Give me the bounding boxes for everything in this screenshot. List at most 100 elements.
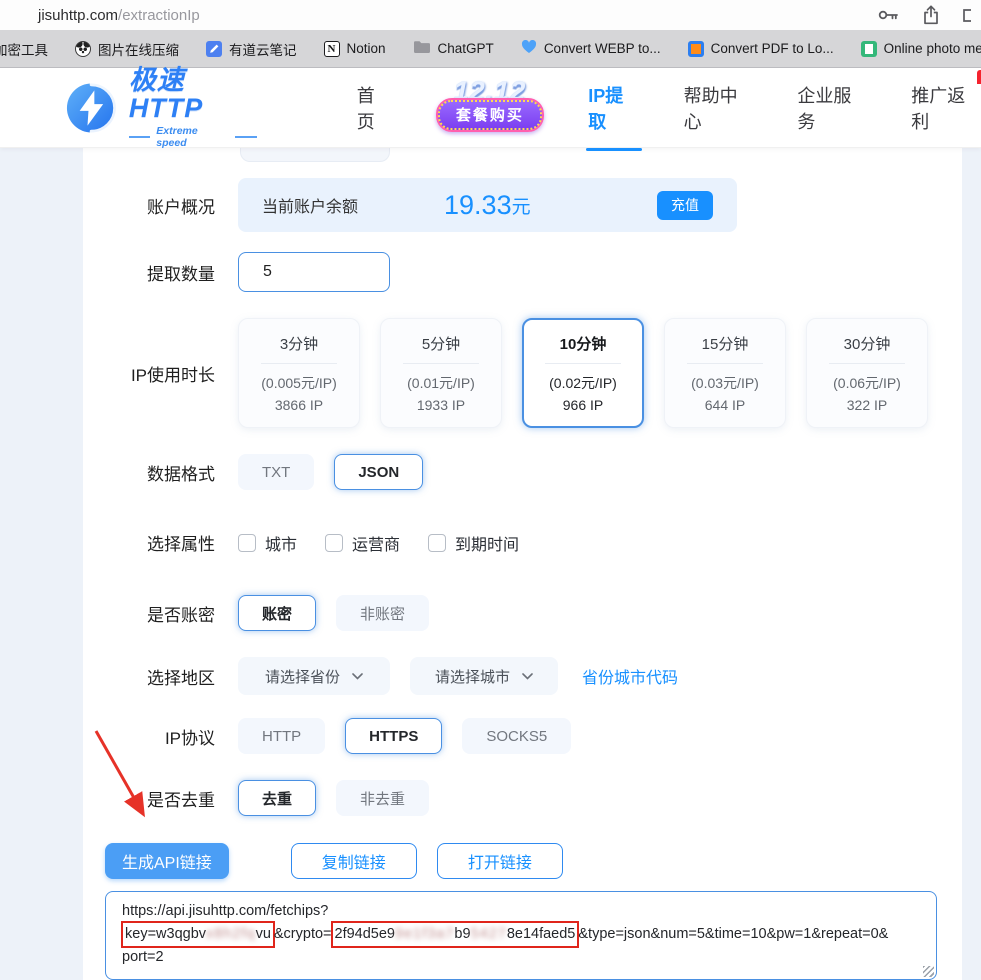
- province-select[interactable]: 请选择省份: [238, 657, 390, 695]
- open-link-button[interactable]: 打开链接: [436, 843, 563, 879]
- notion-icon: N: [323, 40, 340, 57]
- auth-chip-credentials-selected[interactable]: 账密: [238, 595, 317, 631]
- duration-card-15min[interactable]: 15分钟 (0.03元/IP) 644 IP: [664, 318, 786, 428]
- bookmark-label: ChatGPT: [437, 41, 494, 56]
- panda-icon: [75, 40, 91, 57]
- chevron-down-icon: [522, 672, 533, 680]
- account-overview-label: 账户概况: [147, 197, 215, 217]
- bookmark-convert-webp[interactable]: Convert WEBP to...: [521, 39, 661, 57]
- dedupe-chip-no-dedupe[interactable]: 非去重: [336, 780, 430, 816]
- bookmark-label: Online photo meta...: [883, 41, 981, 56]
- duration-options: 3分钟 (0.005元/IP) 3866 IP 5分钟 (0.01元/IP) 1…: [238, 318, 928, 428]
- nav-help-center[interactable]: 帮助中心: [684, 82, 754, 134]
- bookmark-label: 加密工具: [0, 42, 48, 58]
- share-icon[interactable]: [923, 5, 939, 25]
- chevron-down-icon: [352, 672, 363, 680]
- main-nav: 首页 12.12 套餐购买 IP提取 帮助中心 企业服务 推广返利: [357, 69, 981, 151]
- url-path: /extractionIp: [118, 6, 200, 24]
- quantity-input[interactable]: [238, 252, 390, 292]
- api-url-line1: https://api.jisuhttp.com/fetchips?: [122, 903, 329, 919]
- bookmark-image-compress[interactable]: 图片在线压缩: [75, 39, 179, 59]
- bookmark-label: Convert WEBP to...: [543, 41, 661, 56]
- duration-label: IP使用时长: [130, 365, 215, 385]
- copy-link-button[interactable]: 复制链接: [290, 843, 417, 879]
- province-city-code-link[interactable]: 省份城市代码: [582, 664, 678, 688]
- bookmark-chatgpt[interactable]: ChatGPT: [413, 40, 494, 57]
- folder-icon: [413, 40, 431, 57]
- url-host: jisuhttp.com: [38, 6, 119, 24]
- action-buttons: 生成API链接 复制链接 打开链接: [83, 843, 962, 879]
- pdf-converter-icon: [687, 40, 704, 57]
- pen-icon: [206, 40, 222, 57]
- duration-card-3min[interactable]: 3分钟 (0.005元/IP) 3866 IP: [238, 318, 360, 428]
- dedupe-chip-dedupe-selected[interactable]: 去重: [238, 780, 317, 816]
- protocol-chip-http[interactable]: HTTP: [238, 718, 326, 754]
- format-label: 数据格式: [147, 464, 215, 484]
- lightning-logo-icon: [66, 82, 117, 133]
- bookmark-youdao-note[interactable]: 有道云笔记: [206, 39, 297, 59]
- crypto-param-highlight: 2f94d5e99e1f3a7b954278e14faed5: [330, 921, 580, 948]
- city-select[interactable]: 请选择城市: [410, 657, 558, 695]
- auth-chip-no-credentials[interactable]: 非账密: [336, 595, 430, 631]
- attributes-label: 选择属性: [147, 535, 215, 554]
- checkbox-city[interactable]: 城市: [238, 531, 297, 555]
- bookmark-label: 图片在线压缩: [98, 42, 179, 58]
- balance-value: 19.33: [444, 189, 512, 220]
- clipped-toolbar-icon[interactable]: [963, 7, 971, 23]
- duration-card-10min-selected[interactable]: 10分钟 (0.02元/IP) 966 IP: [522, 318, 644, 428]
- auth-label: 是否账密: [147, 605, 215, 625]
- format-chip-txt[interactable]: TXT: [238, 454, 315, 490]
- api-url-textarea[interactable]: https://api.jisuhttp.com/fetchips? key=w…: [105, 891, 937, 980]
- photo-metadata-icon: [860, 40, 877, 57]
- password-key-icon[interactable]: [878, 9, 899, 21]
- site-logo[interactable]: 极速HTTP Extreme speed: [64, 64, 257, 149]
- checkbox-expire-time[interactable]: 到期时间: [428, 531, 519, 555]
- balance-unit: 元: [511, 196, 531, 218]
- resize-handle[interactable]: [923, 966, 934, 977]
- dedupe-label: 是否去重: [147, 790, 215, 810]
- bookmark-encrypt-tools[interactable]: 加密工具: [0, 39, 48, 59]
- bookmark-label: Notion: [346, 41, 386, 56]
- promo-banner-1212[interactable]: 12.12 套餐购买: [435, 77, 545, 132]
- bookmark-photo-meta[interactable]: Online photo meta...: [860, 40, 981, 57]
- balance-box: 当前账户余额 19.33 元 充值: [238, 178, 737, 232]
- bookmark-label: 有道云笔记: [229, 42, 297, 58]
- nav-home[interactable]: 首页: [357, 82, 392, 134]
- checkbox-carrier[interactable]: 运营商: [325, 531, 400, 555]
- checkbox-icon[interactable]: [428, 533, 447, 552]
- scrolled-input-stub: [240, 148, 390, 162]
- bookmark-convert-pdf[interactable]: Convert PDF to Lo...: [687, 40, 834, 57]
- protocol-chip-https-selected[interactable]: HTTPS: [345, 718, 443, 754]
- nav-enterprise[interactable]: 企业服务: [797, 82, 867, 134]
- site-header: 极速HTTP Extreme speed 首页 12.12 套餐购买 IP提取 …: [0, 64, 981, 151]
- bookmark-label: Convert PDF to Lo...: [710, 41, 834, 56]
- bookmarks-bar: 加密工具 图片在线压缩 有道云笔记 N Notion ChatGPT Conve…: [0, 30, 981, 68]
- heart-icon: [521, 39, 537, 57]
- protocol-label: IP协议: [164, 728, 215, 748]
- api-url-line3: port=2: [122, 949, 164, 965]
- generate-api-link-button[interactable]: 生成API链接: [105, 843, 229, 879]
- current-balance-label: 当前账户余额: [262, 199, 359, 216]
- redacted-crypto-1: 9e1f3a7: [395, 926, 455, 942]
- hot-badge: [977, 69, 981, 84]
- active-tab-underline: [585, 147, 642, 151]
- protocol-chip-socks5[interactable]: SOCKS5: [462, 718, 572, 754]
- promo-buy-label: 套餐购买: [435, 97, 545, 132]
- checkbox-icon[interactable]: [238, 533, 256, 552]
- duration-card-5min[interactable]: 5分钟 (0.01元/IP) 1933 IP: [380, 318, 502, 428]
- checkbox-icon[interactable]: [325, 533, 344, 552]
- key-param-highlight: key=w3qgbvx8h2fqvu: [121, 921, 275, 948]
- nav-ip-extract[interactable]: IP提取: [585, 82, 642, 151]
- recharge-button[interactable]: 充值: [657, 190, 713, 220]
- redacted-key: x8h2fq: [206, 926, 256, 942]
- quantity-label: 提取数量: [147, 264, 215, 284]
- logo-subtitle: Extreme speed: [129, 125, 257, 149]
- format-chip-json-selected[interactable]: JSON: [334, 454, 424, 490]
- duration-card-30min[interactable]: 30分钟 (0.06元/IP) 322 IP: [806, 318, 928, 428]
- nav-referral[interactable]: 推广返利: [911, 69, 981, 134]
- bookmark-notion[interactable]: N Notion: [323, 40, 386, 57]
- browser-url-bar[interactable]: jisuhttp.com/extractionIp: [0, 0, 981, 30]
- redacted-crypto-2: 5427: [470, 926, 507, 942]
- logo-title: 极速HTTP: [128, 64, 204, 123]
- region-label: 选择地区: [147, 668, 215, 688]
